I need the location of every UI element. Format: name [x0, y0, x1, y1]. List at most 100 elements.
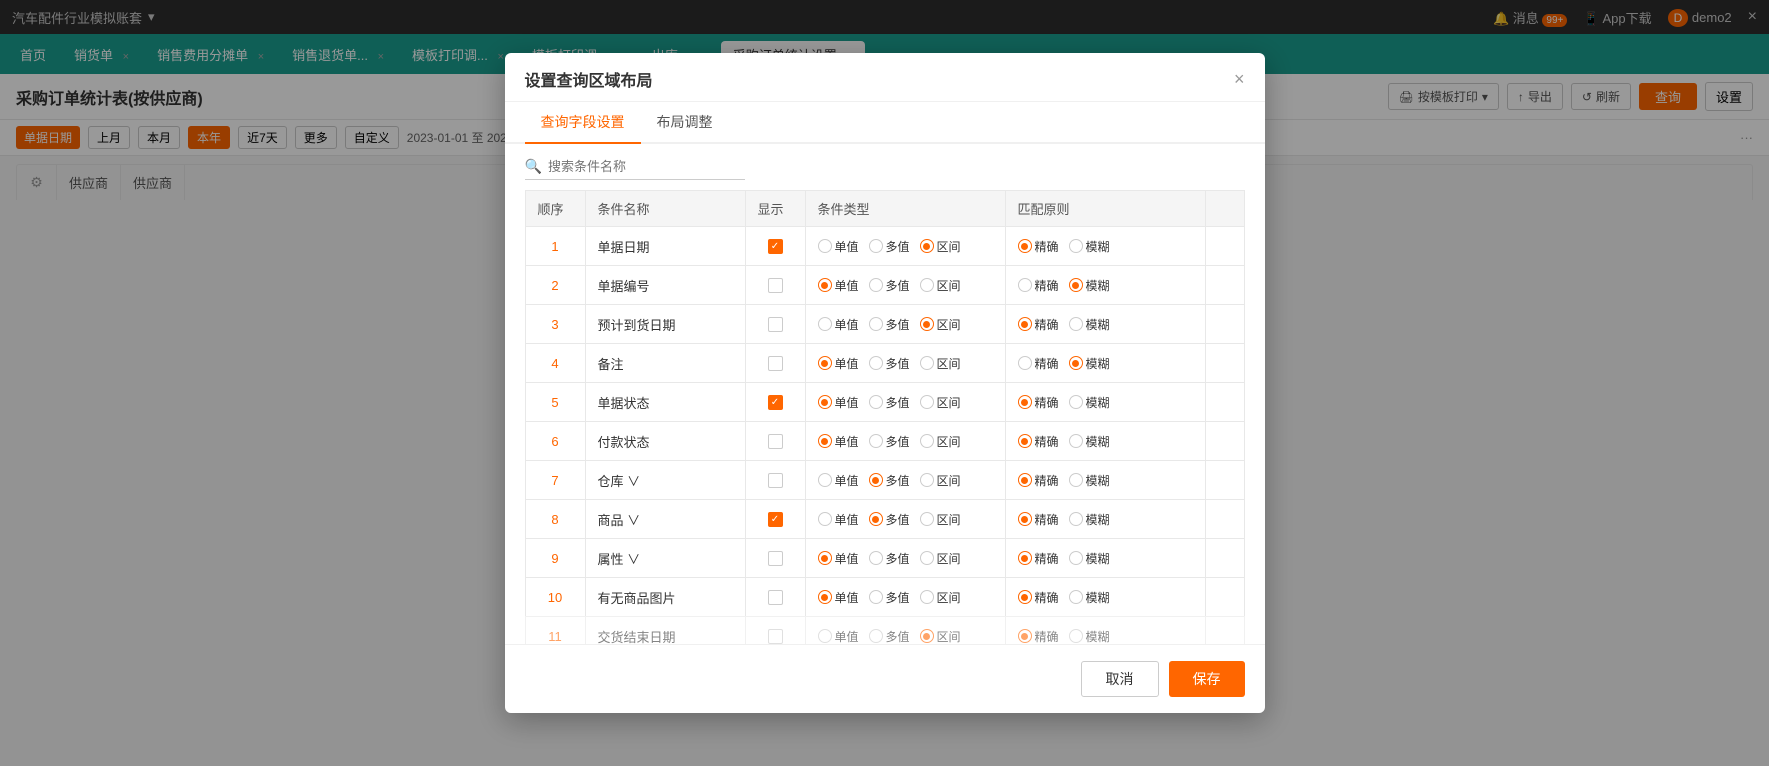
cell-name-7: 仓库 ∨	[586, 461, 746, 499]
radio-exact-2[interactable]: 精确	[1018, 277, 1059, 294]
radio-group-match-11: 精确 模糊	[1018, 628, 1110, 645]
search-input[interactable]	[548, 159, 728, 174]
radio-group-type-8: 单值 多值 区间	[818, 511, 961, 528]
radio-range-5[interactable]: 区间	[920, 394, 961, 411]
radio-single-2[interactable]: 单值	[818, 277, 859, 294]
cell-order-3: 3	[526, 305, 586, 343]
radio-dot	[1069, 473, 1083, 487]
cell-display-2	[746, 266, 806, 304]
radio-range-1[interactable]: 区间	[920, 238, 961, 255]
radio-exact-8[interactable]: 精确	[1018, 511, 1059, 528]
radio-fuzzy-2[interactable]: 模糊	[1069, 277, 1110, 294]
radio-single-7[interactable]: 单值	[818, 472, 859, 489]
dialog-footer: 取消 保存	[505, 644, 1265, 713]
table-row: 3 预计到货日期 单值 多值 区间 精确 模糊	[525, 304, 1245, 343]
cancel-button[interactable]: 取消	[1081, 661, 1159, 697]
radio-exact-4[interactable]: 精确	[1018, 355, 1059, 372]
radio-exact-3[interactable]: 精确	[1018, 316, 1059, 333]
checkbox-8[interactable]	[768, 512, 783, 527]
checkbox-4[interactable]	[768, 356, 783, 371]
checkbox-11[interactable]	[768, 629, 783, 644]
radio-fuzzy-10[interactable]: 模糊	[1069, 589, 1110, 606]
radio-fuzzy-6[interactable]: 模糊	[1069, 433, 1110, 450]
radio-multiple-4[interactable]: 多值	[869, 355, 910, 372]
radio-range-11[interactable]: 区间	[920, 628, 961, 645]
tab-layout-adjust[interactable]: 布局调整	[641, 102, 729, 144]
radio-exact-6[interactable]: 精确	[1018, 433, 1059, 450]
radio-multiple-1[interactable]: 多值	[869, 238, 910, 255]
radio-range-10[interactable]: 区间	[920, 589, 961, 606]
radio-multiple-10[interactable]: 多值	[869, 589, 910, 606]
radio-group-type-9: 单值 多值 区间	[818, 550, 961, 567]
radio-single-10[interactable]: 单值	[818, 589, 859, 606]
radio-group-match-10: 精确 模糊	[1018, 589, 1110, 606]
radio-dot	[1069, 629, 1083, 643]
radio-multiple-2[interactable]: 多值	[869, 277, 910, 294]
radio-fuzzy-11[interactable]: 模糊	[1069, 628, 1110, 645]
radio-group-match-8: 精确 模糊	[1018, 511, 1110, 528]
radio-exact-10[interactable]: 精确	[1018, 589, 1059, 606]
radio-fuzzy-8[interactable]: 模糊	[1069, 511, 1110, 528]
radio-exact-5[interactable]: 精确	[1018, 394, 1059, 411]
radio-dot-selected	[920, 629, 934, 643]
radio-multiple-6[interactable]: 多值	[869, 433, 910, 450]
radio-single-4[interactable]: 单值	[818, 355, 859, 372]
radio-range-8[interactable]: 区间	[920, 511, 961, 528]
checkbox-1[interactable]	[768, 239, 783, 254]
radio-dot	[1018, 356, 1032, 370]
save-button[interactable]: 保存	[1169, 661, 1245, 697]
radio-range-6[interactable]: 区间	[920, 433, 961, 450]
radio-fuzzy-1[interactable]: 模糊	[1069, 238, 1110, 255]
radio-dot	[1069, 590, 1083, 604]
radio-range-4[interactable]: 区间	[920, 355, 961, 372]
radio-single-9[interactable]: 单值	[818, 550, 859, 567]
radio-single-1[interactable]: 单值	[818, 238, 859, 255]
radio-dot-selected	[1018, 434, 1032, 448]
radio-dot	[920, 590, 934, 604]
radio-single-11[interactable]: 单值	[818, 628, 859, 645]
cell-name-6: 付款状态	[586, 422, 746, 460]
radio-single-6[interactable]: 单值	[818, 433, 859, 450]
radio-range-9[interactable]: 区间	[920, 550, 961, 567]
table-row: 11 交货结束日期 单值 多值 区间 精确 模糊	[525, 616, 1245, 644]
radio-multiple-11[interactable]: 多值	[869, 628, 910, 645]
radio-fuzzy-4[interactable]: 模糊	[1069, 355, 1110, 372]
radio-fuzzy-7[interactable]: 模糊	[1069, 472, 1110, 489]
radio-group-match-4: 精确 模糊	[1018, 355, 1110, 372]
cell-name-4: 备注	[586, 344, 746, 382]
radio-multiple-9[interactable]: 多值	[869, 550, 910, 567]
cell-type-6: 单值 多值 区间	[806, 422, 1006, 460]
radio-multiple-8[interactable]: 多值	[869, 511, 910, 528]
checkbox-9[interactable]	[768, 551, 783, 566]
radio-dot	[1069, 434, 1083, 448]
cell-display-5	[746, 383, 806, 421]
radio-range-3[interactable]: 区间	[920, 316, 961, 333]
checkbox-3[interactable]	[768, 317, 783, 332]
radio-multiple-7[interactable]: 多值	[869, 472, 910, 489]
radio-exact-9[interactable]: 精确	[1018, 550, 1059, 567]
radio-single-5[interactable]: 单值	[818, 394, 859, 411]
radio-fuzzy-9[interactable]: 模糊	[1069, 550, 1110, 567]
radio-dot-selected	[818, 395, 832, 409]
radio-range-2[interactable]: 区间	[920, 277, 961, 294]
radio-exact-7[interactable]: 精确	[1018, 472, 1059, 489]
checkbox-2[interactable]	[768, 278, 783, 293]
checkbox-6[interactable]	[768, 434, 783, 449]
checkbox-10[interactable]	[768, 590, 783, 605]
radio-fuzzy-5[interactable]: 模糊	[1069, 394, 1110, 411]
radio-exact-11[interactable]: 精确	[1018, 628, 1059, 645]
checkbox-5[interactable]	[768, 395, 783, 410]
radio-range-7[interactable]: 区间	[920, 472, 961, 489]
radio-single-8[interactable]: 单值	[818, 511, 859, 528]
cell-type-11: 单值 多值 区间	[806, 617, 1006, 644]
radio-fuzzy-3[interactable]: 模糊	[1069, 316, 1110, 333]
col-match-rule: 匹配原则	[1006, 191, 1206, 226]
checkbox-7[interactable]	[768, 473, 783, 488]
radio-exact-1[interactable]: 精确	[1018, 238, 1059, 255]
radio-multiple-3[interactable]: 多值	[869, 316, 910, 333]
radio-multiple-5[interactable]: 多值	[869, 394, 910, 411]
tab-query-fields[interactable]: 查询字段设置	[525, 102, 641, 144]
radio-single-3[interactable]: 单值	[818, 316, 859, 333]
radio-dot	[869, 356, 883, 370]
dialog-close-button[interactable]: ×	[1234, 70, 1245, 88]
